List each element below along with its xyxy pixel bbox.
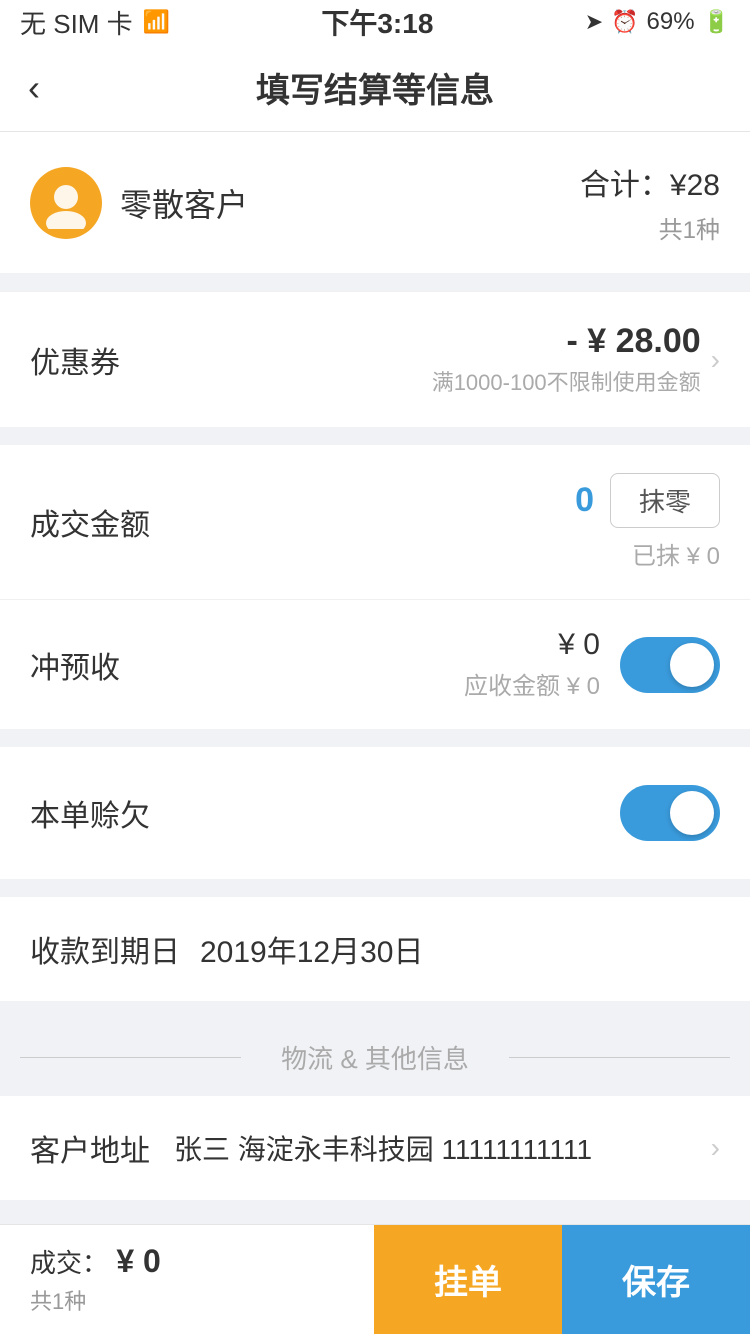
status-right: ➤ ⏰ 69% 🔋: [585, 8, 730, 36]
battery-icon: 🔋: [703, 9, 730, 35]
deal-sub: 已抹 ¥ 0: [632, 536, 720, 571]
deal-label: 成交金额: [30, 500, 150, 544]
address-value: 张三 海淀永丰科技园 11111111111: [174, 1128, 711, 1168]
duedate-label: 收款到期日: [30, 927, 180, 971]
toggle-knob: [670, 643, 714, 687]
status-bar: 无 SIM 卡 📶 下午3:18 ➤ ⏰ 69% 🔋: [0, 0, 750, 44]
address-row[interactable]: 客户地址 张三 海淀永丰科技园 11111111111 ›: [0, 1096, 750, 1200]
deal-input-row: 0 抹零: [575, 473, 720, 528]
coupon-right: - ¥ 28.00 满1000-100不限制使用金额 ›: [432, 322, 720, 397]
carrier-label: 无 SIM 卡: [20, 4, 133, 41]
prepay-toggle[interactable]: [620, 637, 720, 693]
credit-section: 本单赊欠: [0, 747, 750, 879]
customer-total: 合计：¥28: [580, 160, 720, 204]
customer-section: 零散客户 合计：¥28 共1种: [0, 132, 750, 273]
round-button[interactable]: 抹零: [610, 473, 720, 528]
logistics-header: 物流 & 其他信息: [0, 1019, 750, 1096]
deal-amount-value[interactable]: 0: [575, 481, 594, 520]
prepay-receivable: 应收金额 ¥ 0: [464, 666, 600, 701]
prepay-values: ¥ 0 应收金额 ¥ 0: [464, 628, 600, 701]
customer-left: 零散客户: [30, 167, 248, 239]
customer-name: 零散客户: [120, 180, 248, 226]
wifi-icon: 📶: [143, 9, 170, 35]
bottom-deal-amount: ¥ 0: [116, 1243, 160, 1279]
credit-toggle-knob: [670, 791, 714, 835]
page-title: 填写结算等信息: [256, 63, 494, 112]
bottom-deal-row: 成交： ¥ 0: [30, 1243, 344, 1280]
coupon-section[interactable]: 优惠券 - ¥ 28.00 满1000-100不限制使用金额 ›: [0, 291, 750, 427]
customer-right: 合计：¥28 共1种: [580, 160, 720, 245]
logistics-title: 物流 & 其他信息: [281, 1039, 469, 1076]
bottom-deal-label: 成交：: [30, 1248, 108, 1278]
customer-count: 共1种: [580, 210, 720, 245]
logistics-divider-right: [509, 1057, 730, 1058]
coupon-value-block: - ¥ 28.00 满1000-100不限制使用金额: [432, 322, 701, 397]
deal-prepay-section: 成交金额 0 抹零 已抹 ¥ 0 冲预收 ¥ 0 应收金额 ¥ 0: [0, 445, 750, 729]
prepay-row: 冲预收 ¥ 0 应收金额 ¥ 0: [0, 600, 750, 729]
nav-bar: ‹ 填写结算等信息: [0, 44, 750, 132]
battery-label: 69%: [647, 8, 695, 36]
duedate-row: 收款到期日 2019年12月30日: [0, 897, 750, 1001]
address-label: 客户地址: [30, 1126, 150, 1170]
coupon-desc: 满1000-100不限制使用金额: [432, 365, 701, 397]
location-icon: ➤: [585, 9, 603, 35]
customer-row: 零散客户 合计：¥28 共1种: [0, 132, 750, 273]
prepay-label: 冲预收: [30, 643, 120, 687]
status-time: 下午3:18: [321, 2, 433, 42]
bottom-count: 共1种: [30, 1284, 344, 1316]
prepay-right: ¥ 0 应收金额 ¥ 0: [464, 628, 720, 701]
address-chevron-icon: ›: [711, 1132, 720, 1164]
coupon-amount: - ¥ 28.00: [432, 322, 701, 361]
avatar: [30, 167, 102, 239]
chevron-right-icon: ›: [711, 344, 720, 376]
logistics-divider-left: [20, 1057, 241, 1058]
deal-row: 成交金额 0 抹零 已抹 ¥ 0: [0, 445, 750, 600]
coupon-label: 优惠券: [30, 338, 120, 382]
avatar-icon: [40, 177, 92, 229]
coupon-row[interactable]: 优惠券 - ¥ 28.00 满1000-100不限制使用金额 ›: [0, 291, 750, 427]
duedate-value[interactable]: 2019年12月30日: [200, 927, 423, 971]
bottom-summary: 成交： ¥ 0 共1种: [0, 1243, 374, 1316]
save-button[interactable]: 保存: [562, 1225, 750, 1334]
credit-label: 本单赊欠: [30, 791, 150, 835]
bottom-bar: 成交： ¥ 0 共1种 挂单 保存: [0, 1224, 750, 1334]
credit-toggle[interactable]: [620, 785, 720, 841]
prepay-amount: ¥ 0: [464, 628, 600, 662]
status-left: 无 SIM 卡 📶: [20, 4, 170, 41]
hold-button[interactable]: 挂单: [374, 1225, 562, 1334]
alarm-icon: ⏰: [611, 9, 638, 35]
back-button[interactable]: ‹: [28, 67, 40, 109]
